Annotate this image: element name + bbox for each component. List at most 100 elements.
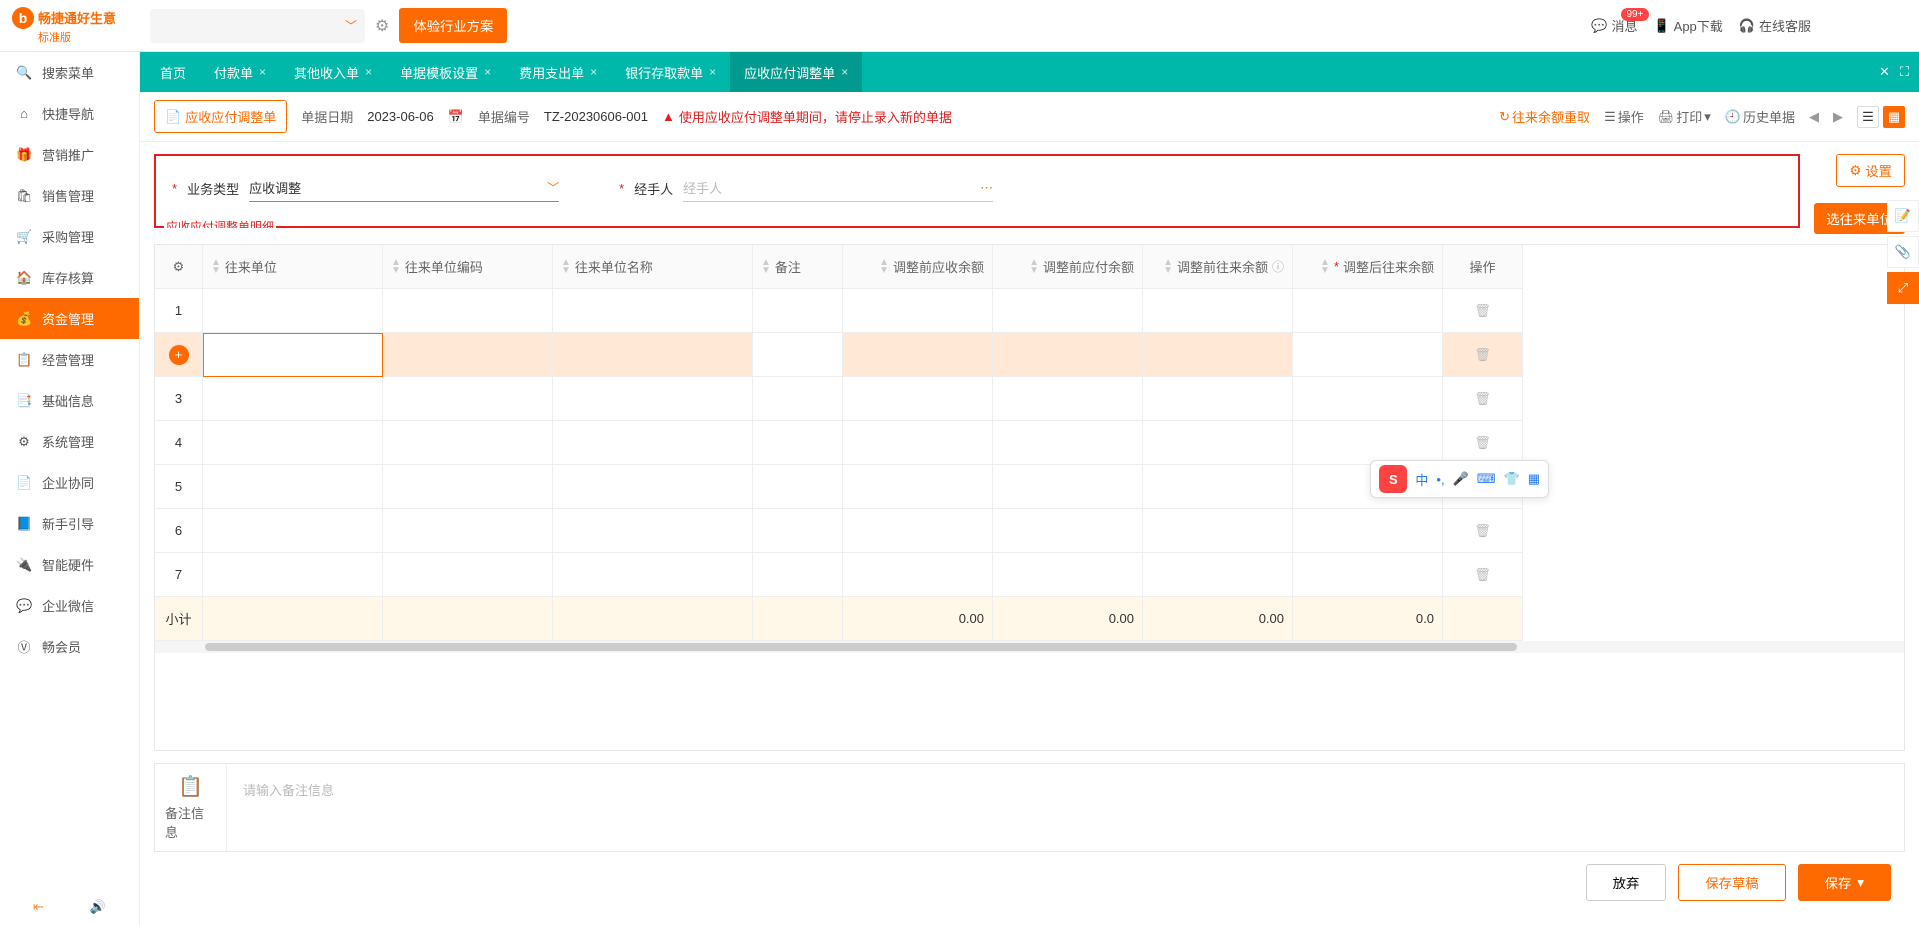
col-config-icon[interactable]: ⚙ xyxy=(155,245,203,289)
row-delete[interactable]: 🗑 xyxy=(1443,509,1523,553)
tab-payment[interactable]: 付款单× xyxy=(200,52,280,92)
row-delete[interactable]: 🗑 xyxy=(1443,289,1523,333)
collapse-icon[interactable]: ⇤ xyxy=(33,899,44,915)
row-delete[interactable]: 🗑 xyxy=(1443,333,1523,377)
tab-expense[interactable]: 费用支出单× xyxy=(505,52,611,92)
next-icon[interactable]: ▶ xyxy=(1833,109,1843,125)
remark-input[interactable]: 请输入备注信息 xyxy=(227,764,1904,851)
ime-skin-icon[interactable]: 👕 xyxy=(1504,471,1520,487)
close-icon[interactable]: × xyxy=(484,65,491,79)
reset-balance-link[interactable]: ↻往来余额重取 xyxy=(1499,107,1590,126)
col-before-recv[interactable]: ▲▼调整前应收余额 xyxy=(843,245,993,289)
more-icon[interactable]: ⋯ xyxy=(980,180,993,196)
experience-button[interactable]: 体验行业方案 xyxy=(399,8,507,43)
row-delete[interactable]: 🗑 xyxy=(1443,421,1523,465)
close-all-icon[interactable]: ✕ xyxy=(1879,64,1890,80)
view-list-icon[interactable]: ☰ xyxy=(1857,106,1879,128)
col-unit[interactable]: ▲▼往来单位 xyxy=(203,245,383,289)
col-before-bal[interactable]: ▲▼调整前往来余额ⓘ xyxy=(1143,245,1293,289)
cell[interactable] xyxy=(993,289,1143,333)
cell[interactable] xyxy=(1293,289,1443,333)
row-add[interactable]: + xyxy=(155,333,203,377)
ime-grid-icon[interactable]: ▦ xyxy=(1528,471,1540,487)
save-draft-button[interactable]: 保存草稿 xyxy=(1678,864,1785,901)
cell[interactable] xyxy=(1143,333,1293,377)
doc-icon: 📑 xyxy=(16,393,32,409)
close-icon[interactable]: × xyxy=(709,65,716,79)
view-grid-icon[interactable]: ▦ xyxy=(1883,106,1905,128)
calendar-icon[interactable]: 📅 xyxy=(448,109,464,125)
fullscreen-icon[interactable]: ⛶ xyxy=(1900,64,1909,80)
sidebar-item-guide[interactable]: 📘新手引导 xyxy=(0,503,139,544)
messages-link[interactable]: 💬 消息 99+ xyxy=(1591,16,1637,35)
save-button[interactable]: 保存▾ xyxy=(1798,864,1891,901)
sidebar-item-business[interactable]: 📋经营管理 xyxy=(0,339,139,380)
close-icon[interactable]: × xyxy=(590,65,597,79)
sidebar-item-member[interactable]: Ⓥ畅会员 xyxy=(0,626,139,667)
cell[interactable] xyxy=(843,289,993,333)
col-before-pay[interactable]: ▲▼调整前应付余额 xyxy=(993,245,1143,289)
cell[interactable] xyxy=(753,333,843,377)
date-value[interactable]: 2023-06-06 xyxy=(367,109,434,124)
tab-bank[interactable]: 银行存取款单× xyxy=(611,52,730,92)
col-after-bal[interactable]: ▲▼*调整后往来余额 xyxy=(1293,245,1443,289)
gear-icon[interactable]: ⚙ xyxy=(375,16,389,36)
row-delete[interactable]: 🗑 xyxy=(1443,377,1523,421)
rail-note-icon[interactable]: 📝 xyxy=(1887,200,1919,232)
cell[interactable] xyxy=(203,333,383,377)
ime-lang[interactable]: 中 xyxy=(1415,470,1428,489)
cell[interactable] xyxy=(1143,289,1293,333)
org-selector[interactable]: ﹀ xyxy=(150,9,365,43)
col-unit-code[interactable]: ▲▼往来单位编码 xyxy=(383,245,553,289)
sidebar-item-inventory[interactable]: 🏠库存核算 xyxy=(0,257,139,298)
sound-icon[interactable]: 🔊 xyxy=(90,899,106,915)
cell[interactable] xyxy=(1293,333,1443,377)
ime-punct-icon[interactable]: •, xyxy=(1436,472,1444,487)
cell[interactable] xyxy=(993,333,1143,377)
operate-menu[interactable]: ☰操作 xyxy=(1604,107,1644,126)
cell[interactable] xyxy=(383,333,553,377)
sidebar-item-finance[interactable]: 💰资金管理 xyxy=(0,298,139,339)
settings-button[interactable]: ⚙设置 xyxy=(1836,154,1905,187)
cell[interactable] xyxy=(553,289,753,333)
cell[interactable] xyxy=(383,289,553,333)
ime-mic-icon[interactable]: 🎤 xyxy=(1453,471,1469,487)
rail-expand-icon[interactable]: ⤢ xyxy=(1887,272,1919,304)
close-icon[interactable]: × xyxy=(841,65,848,79)
close-icon[interactable]: × xyxy=(365,65,372,79)
ime-keyboard-icon[interactable]: ⌨ xyxy=(1477,471,1496,487)
history-link[interactable]: 🕘历史单据 xyxy=(1725,107,1795,126)
tab-home[interactable]: 首页 xyxy=(146,52,200,92)
cell[interactable] xyxy=(753,289,843,333)
prev-icon[interactable]: ◀ xyxy=(1809,109,1819,125)
sidebar-item-quicknav[interactable]: ⌂快捷导航 xyxy=(0,93,139,134)
support-link[interactable]: 🎧 在线客服 xyxy=(1739,16,1811,35)
tab-adjust[interactable]: 应收应付调整单× xyxy=(730,52,862,92)
sidebar-item-marketing[interactable]: 🎁营销推广 xyxy=(0,134,139,175)
col-unit-name[interactable]: ▲▼往来单位名称 xyxy=(553,245,753,289)
row-delete[interactable]: 🗑 xyxy=(1443,553,1523,597)
horizontal-scrollbar[interactable] xyxy=(155,641,1904,653)
sidebar-item-sales[interactable]: 🛍销售管理 xyxy=(0,175,139,216)
sidebar-item-purchase[interactable]: 🛒采购管理 xyxy=(0,216,139,257)
ime-toolbar[interactable]: S 中 •, 🎤 ⌨ 👕 ▦ xyxy=(1370,460,1549,498)
sidebar-item-basic[interactable]: 📑基础信息 xyxy=(0,380,139,421)
cell[interactable] xyxy=(843,333,993,377)
col-remark[interactable]: ▲▼备注 xyxy=(753,245,843,289)
cell[interactable] xyxy=(553,333,753,377)
tab-template[interactable]: 单据模板设置× xyxy=(386,52,505,92)
sidebar-item-wechat[interactable]: 💬企业微信 xyxy=(0,585,139,626)
sidebar-item-hardware[interactable]: 🔌智能硬件 xyxy=(0,544,139,585)
close-icon[interactable]: × xyxy=(259,65,266,79)
biz-type-select[interactable]: 应收调整 ﹀ xyxy=(249,174,559,202)
sidebar-item-search[interactable]: 🔍搜索菜单 xyxy=(0,52,139,93)
app-download-link[interactable]: 📱 App下载 xyxy=(1653,16,1722,35)
abandon-button[interactable]: 放弃 xyxy=(1586,864,1667,901)
handler-input[interactable]: 经手人 ⋯ xyxy=(683,174,993,202)
cell[interactable] xyxy=(203,289,383,333)
print-menu[interactable]: 🖨打印▾ xyxy=(1658,107,1711,126)
sidebar-item-system[interactable]: ⚙系统管理 xyxy=(0,421,139,462)
sidebar-item-enterprise[interactable]: 📄企业协同 xyxy=(0,462,139,503)
rail-attach-icon[interactable]: 📎 xyxy=(1887,236,1919,268)
tab-other-income[interactable]: 其他收入单× xyxy=(280,52,386,92)
